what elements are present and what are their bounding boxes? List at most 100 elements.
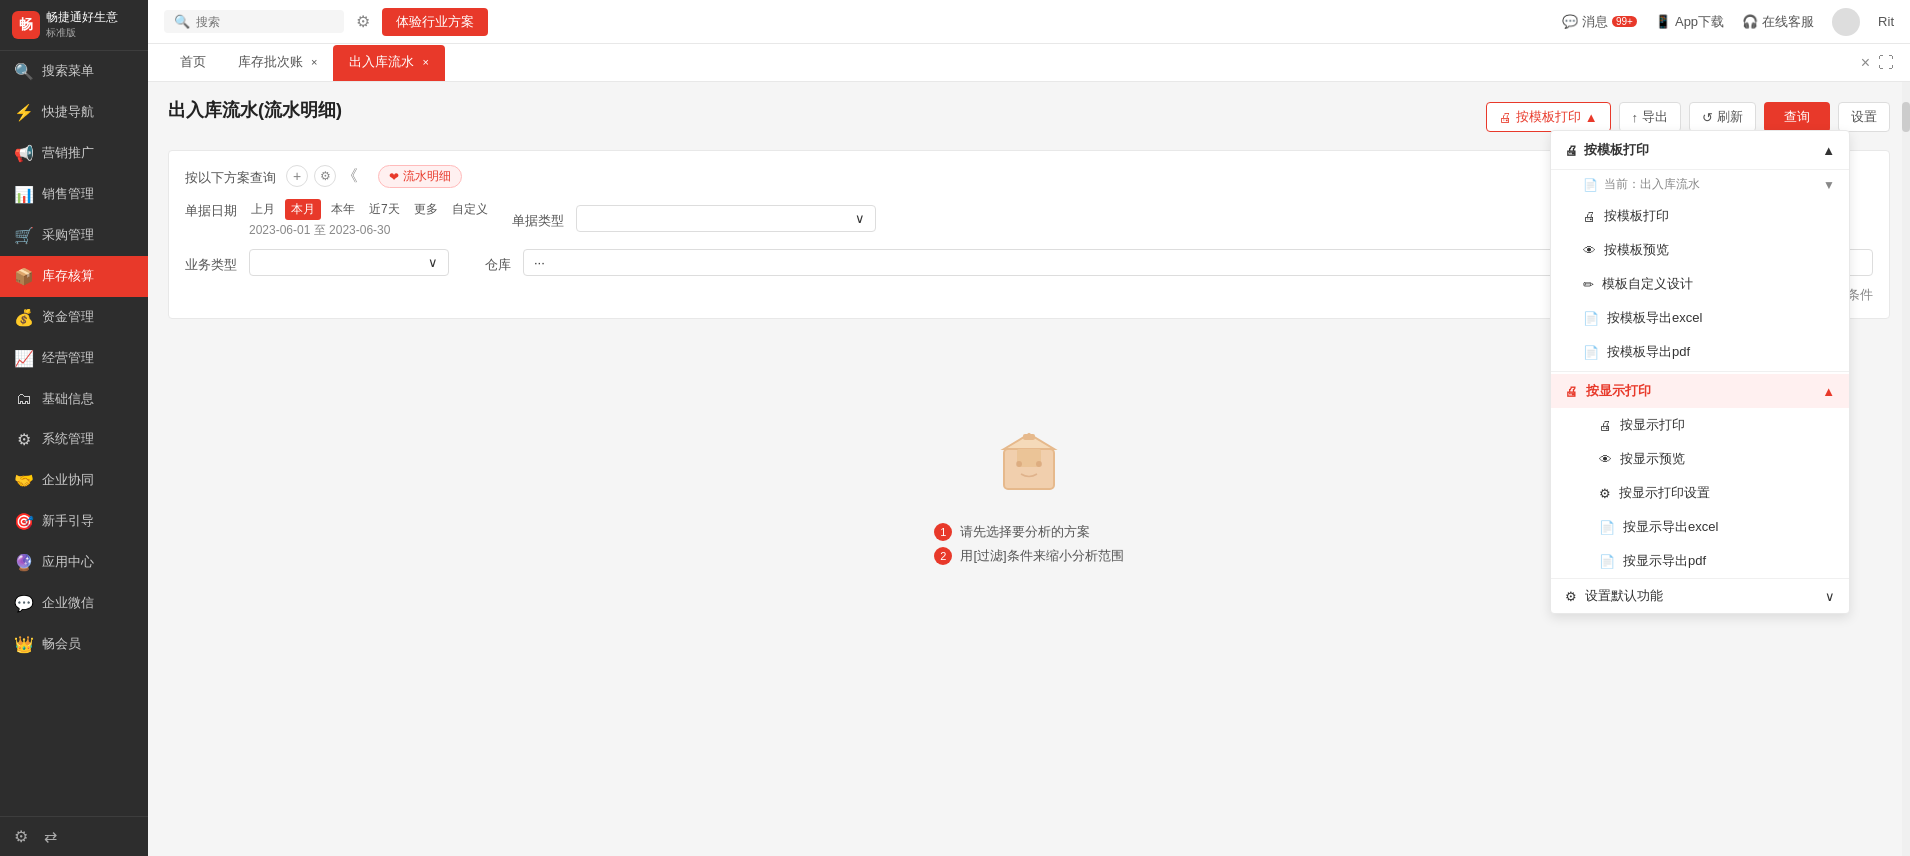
sidebar-item-operations[interactable]: 📈 经营管理: [0, 338, 148, 379]
step-num-1: 1: [934, 523, 952, 541]
user-avatar[interactable]: [1832, 8, 1860, 36]
template-preview-label: 按模板预览: [1604, 241, 1669, 259]
sidebar-item-system[interactable]: ⚙ 系统管理: [0, 419, 148, 460]
current-chevron: ▼: [1823, 178, 1835, 192]
sidebar-item-quick-nav[interactable]: ⚡ 快捷导航: [0, 92, 148, 133]
print-template-button[interactable]: 🖨 按模板打印 ▲: [1486, 102, 1611, 132]
display-print-icon: 🖨: [1599, 418, 1612, 433]
sidebar-item-app-center[interactable]: 🔮 应用中心: [0, 542, 148, 583]
dropdown-display-preview[interactable]: 👁 按显示预览: [1551, 442, 1849, 476]
sidebar-settings-icon[interactable]: ⚙: [14, 827, 28, 846]
tab-batch-account-close[interactable]: ×: [311, 56, 317, 68]
app-logo: 畅 畅捷通好生意 标准版: [0, 0, 148, 51]
sidebar-item-vip[interactable]: 👑 畅会员: [0, 624, 148, 665]
date-shortcut-more[interactable]: 更多: [410, 199, 442, 220]
display-preview-icon: 👁: [1599, 452, 1612, 467]
sidebar-item-marketing[interactable]: 📢 营销推广: [0, 133, 148, 174]
dropdown-template-export-pdf[interactable]: 📄 按模板导出pdf: [1551, 335, 1849, 369]
tab-batch-account[interactable]: 库存批次账 ×: [222, 45, 333, 81]
dropdown-footer[interactable]: ⚙ 设置默认功能 ∨: [1551, 578, 1849, 613]
warehouse-label: 仓库: [485, 252, 511, 274]
topbar: 🔍 ⚙ 体验行业方案 💬 消息 99+ 📱 App下载 🎧 在线客服 Rit: [148, 0, 1910, 44]
date-shortcut-custom[interactable]: 自定义: [448, 199, 492, 220]
basic-icon: 🗂: [14, 390, 34, 408]
dropdown-display-print[interactable]: 🖨 按显示打印: [1551, 408, 1849, 442]
display-group-chevron: ▲: [1822, 384, 1835, 399]
sidebar-item-label: 企业协同: [42, 471, 94, 489]
dropdown-display-export-pdf[interactable]: 📄 按显示导出pdf: [1551, 544, 1849, 578]
sidebar-item-purchase[interactable]: 🛒 采购管理: [0, 215, 148, 256]
tab-in-out-flow[interactable]: 出入库流水 ×: [333, 45, 444, 81]
wechat-icon: 💬: [14, 594, 34, 613]
sidebar-item-sales[interactable]: 📊 销售管理: [0, 174, 148, 215]
topbar-right: 💬 消息 99+ 📱 App下载 🎧 在线客服 Rit: [1562, 8, 1894, 36]
topbar-gear-icon[interactable]: ⚙: [356, 12, 370, 31]
sales-icon: 📊: [14, 185, 34, 204]
sidebar-item-finance[interactable]: 💰 资金管理: [0, 297, 148, 338]
footer-chevron: ∨: [1825, 589, 1835, 604]
message-badge: 99+: [1612, 16, 1637, 27]
window-close-btn[interactable]: ×: [1861, 54, 1870, 72]
refresh-button[interactable]: ↺ 刷新: [1689, 102, 1756, 132]
dropdown-template-print[interactable]: 🖨 按模板打印: [1551, 199, 1849, 233]
step-num-2: 2: [934, 547, 952, 565]
biz-type-select[interactable]: ∨: [249, 249, 449, 276]
window-expand-btn[interactable]: ⛶: [1878, 54, 1894, 72]
dropdown-display-export-excel[interactable]: 📄 按显示导出excel: [1551, 510, 1849, 544]
guide-icon: 🎯: [14, 512, 34, 531]
doc-type-select[interactable]: ∨: [576, 205, 876, 232]
topbar-message[interactable]: 💬 消息 99+: [1562, 13, 1637, 31]
refresh-label: 刷新: [1717, 108, 1743, 126]
date-range-display: 2023-06-01 至 2023-06-30: [249, 222, 390, 239]
setting-button[interactable]: 设置: [1838, 102, 1890, 132]
dropdown-display-group-header[interactable]: 🖨 按显示打印 ▲: [1551, 374, 1849, 408]
search-input[interactable]: [196, 15, 316, 29]
svg-rect-3: [1023, 434, 1035, 440]
filter-actions: 按以下方案查询 + ⚙ 《: [185, 165, 358, 187]
sidebar-item-wechat[interactable]: 💬 企业微信: [0, 583, 148, 624]
export-button[interactable]: ↑ 导出: [1619, 102, 1682, 132]
tab-in-out-flow-close[interactable]: ×: [422, 56, 428, 68]
topbar-online-service[interactable]: 🎧 在线客服: [1742, 13, 1814, 31]
sidebar-item-label: 畅会员: [42, 635, 81, 653]
scrollbar-thumb[interactable]: [1902, 102, 1910, 132]
query-button[interactable]: 查询: [1764, 102, 1830, 132]
date-shortcut-this-month[interactable]: 本月: [285, 199, 321, 220]
dropdown-template-export-excel[interactable]: 📄 按模板导出excel: [1551, 301, 1849, 335]
sidebar-item-guide[interactable]: 🎯 新手引导: [0, 501, 148, 542]
dropdown-title: 按模板打印: [1584, 141, 1649, 159]
date-field-label: 单据日期: [185, 198, 237, 220]
sidebar-item-label: 基础信息: [42, 390, 94, 408]
topbar-search-box[interactable]: 🔍: [164, 10, 344, 33]
print-chevron-icon: ▲: [1585, 110, 1598, 125]
filter-collapse-button[interactable]: 《: [342, 166, 358, 187]
sidebar-item-label: 销售管理: [42, 185, 94, 203]
date-shortcut-7days[interactable]: 近7天: [365, 199, 404, 220]
tab-home[interactable]: 首页: [164, 45, 222, 81]
export-icon: ↑: [1632, 110, 1639, 125]
filter-settings-button[interactable]: ⚙: [314, 165, 336, 187]
app-version: 标准版: [46, 26, 118, 40]
display-group-icon: 🖨: [1565, 384, 1578, 399]
dropdown-display-settings[interactable]: ⚙ 按显示打印设置: [1551, 476, 1849, 510]
app-center-icon: 🔮: [14, 553, 34, 572]
trial-button[interactable]: 体验行业方案: [382, 8, 488, 36]
dropdown-template-preview[interactable]: 👁 按模板预览: [1551, 233, 1849, 267]
dropdown-header: 🖨 按模板打印 ▲: [1551, 131, 1849, 170]
scrollbar-track: [1902, 82, 1910, 856]
topbar-app-download[interactable]: 📱 App下载: [1655, 13, 1724, 31]
sidebar-collapse-icon[interactable]: ⇄: [44, 827, 57, 846]
sidebar-item-enterprise[interactable]: 🤝 企业协同: [0, 460, 148, 501]
filter-add-button[interactable]: +: [286, 165, 308, 187]
vip-icon: 👑: [14, 635, 34, 654]
date-shortcut-this-year[interactable]: 本年: [327, 199, 359, 220]
dropdown-template-custom[interactable]: ✏ 模板自定义设计: [1551, 267, 1849, 301]
sidebar-item-label: 企业微信: [42, 594, 94, 612]
date-shortcut-last-month[interactable]: 上月: [247, 199, 279, 220]
sidebar-item-inventory[interactable]: 📦 库存核算: [0, 256, 148, 297]
display-print-label: 按显示打印: [1620, 416, 1685, 434]
template-custom-label: 模板自定义设计: [1602, 275, 1693, 293]
sidebar-item-basic[interactable]: 🗂 基础信息: [0, 379, 148, 419]
template-export-pdf-label: 按模板导出pdf: [1607, 343, 1690, 361]
sidebar-item-search[interactable]: 🔍 搜索菜单: [0, 51, 148, 92]
